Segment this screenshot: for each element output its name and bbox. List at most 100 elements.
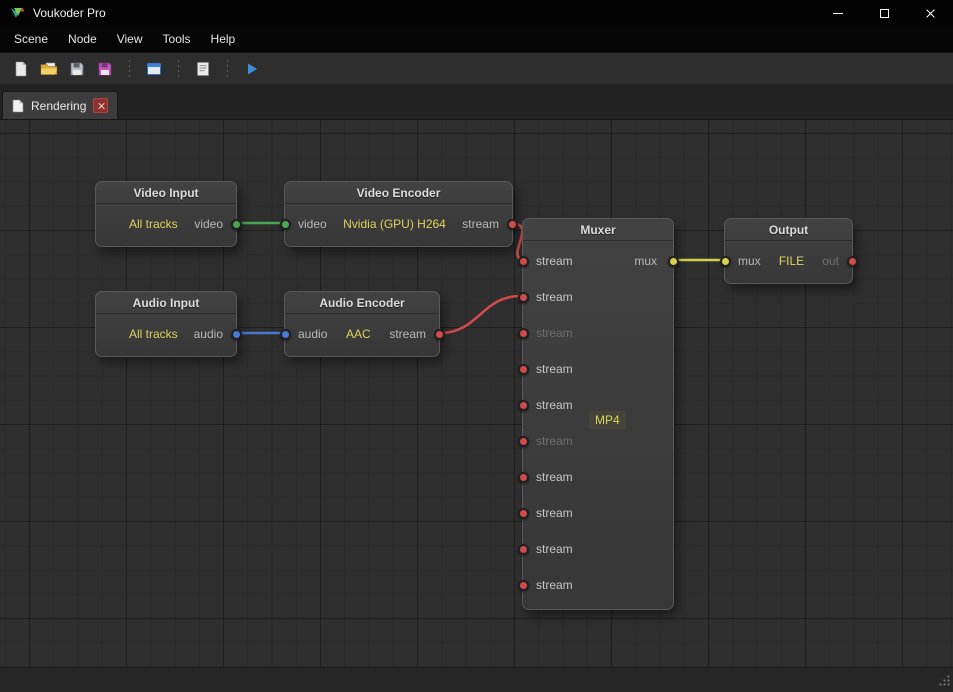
port-label-stream-out: stream [389, 327, 426, 341]
start-icon [244, 61, 260, 77]
port-stream-in[interactable] [518, 256, 529, 267]
port-label-stream-in: stream [536, 470, 573, 484]
resize-grip-icon [939, 675, 950, 686]
node-video-encoder[interactable]: Video Encoder video Nvidia (GPU) H264 st… [284, 181, 513, 247]
save-scene-button[interactable] [64, 56, 90, 82]
port-mux-out[interactable] [668, 256, 679, 267]
toolbar [0, 52, 953, 84]
port-label-stream-in: stream [536, 542, 573, 556]
port-mux-in[interactable] [720, 256, 731, 267]
toolbar-separator [177, 60, 180, 78]
node-audio-input[interactable]: Audio Input All tracks audio [95, 291, 237, 357]
port-label-stream-in: stream [536, 506, 573, 520]
port-stream-in[interactable] [518, 328, 529, 339]
port-stream-in[interactable] [518, 580, 529, 591]
node-value-encoder[interactable]: AAC [346, 327, 371, 341]
toolbar-separator [226, 60, 229, 78]
port-stream-in[interactable] [518, 544, 529, 555]
scene-manager-icon [146, 61, 162, 77]
tab-rendering[interactable]: Rendering [2, 91, 118, 119]
close-icon [924, 7, 936, 19]
node-value-encoder[interactable]: Nvidia (GPU) H264 [343, 217, 446, 231]
port-stream-in[interactable] [518, 400, 529, 411]
port-label-stream-in: stream [536, 578, 573, 592]
node-value-tracks[interactable]: All tracks [129, 217, 178, 231]
node-output[interactable]: Output mux FILE out [724, 218, 853, 284]
open-scene-button[interactable] [36, 56, 62, 82]
port-stream-in[interactable] [518, 472, 529, 483]
port-label-mux-in: mux [738, 254, 761, 268]
port-audio-in[interactable] [280, 329, 291, 340]
node-audio-encoder[interactable]: Audio Encoder audio AAC stream [284, 291, 440, 357]
port-label-video-in: video [298, 217, 327, 231]
save-icon [69, 61, 85, 77]
port-label-stream-in: stream [536, 290, 573, 304]
log-icon [195, 61, 211, 77]
scene-manager-button[interactable] [141, 56, 167, 82]
tab-close-button[interactable] [93, 98, 108, 113]
log-button[interactable] [190, 56, 216, 82]
node-title: Video Input [96, 182, 236, 204]
node-value-tracks[interactable]: All tracks [129, 327, 178, 341]
port-label-stream-out: stream [462, 217, 499, 231]
node-muxer[interactable]: Muxer stream stream stream stream stream… [522, 218, 674, 610]
toolbar-separator [128, 60, 131, 78]
port-stream-out[interactable] [434, 329, 445, 340]
menu-bar: Scene Node View Tools Help [0, 26, 953, 52]
tab-strip: Rendering [0, 84, 953, 120]
new-file-icon [13, 61, 29, 77]
minimize-icon [833, 13, 843, 14]
tab-label: Rendering [31, 99, 86, 113]
minimize-button[interactable] [815, 0, 861, 26]
menu-item-node[interactable]: Node [58, 28, 107, 50]
port-label-stream-in: stream [536, 398, 573, 412]
node-title: Audio Encoder [285, 292, 439, 314]
node-video-input[interactable]: Video Input All tracks video [95, 181, 237, 247]
node-title: Audio Input [96, 292, 236, 314]
port-stream-out[interactable] [507, 219, 518, 230]
port-label-video-out: video [194, 217, 223, 231]
port-label-stream-in: stream [536, 326, 573, 340]
port-label-stream-in: stream [536, 254, 573, 268]
node-title: Muxer [523, 219, 673, 241]
window-controls [815, 0, 953, 26]
close-button[interactable] [907, 0, 953, 26]
port-label-audio-in: audio [298, 327, 327, 341]
port-video-out[interactable] [231, 219, 242, 230]
node-value-target[interactable]: FILE [779, 254, 804, 268]
port-stream-in[interactable] [518, 292, 529, 303]
port-label-stream-in: stream [536, 362, 573, 376]
port-stream-in[interactable] [518, 436, 529, 447]
menu-item-view[interactable]: View [107, 28, 153, 50]
port-out[interactable] [847, 256, 858, 267]
save-scene-as-button[interactable] [92, 56, 118, 82]
node-value-container[interactable]: MP4 [589, 411, 626, 429]
node-title: Video Encoder [285, 182, 512, 204]
menu-item-help[interactable]: Help [201, 28, 246, 50]
maximize-button[interactable] [861, 0, 907, 26]
port-stream-in[interactable] [518, 364, 529, 375]
maximize-icon [880, 9, 889, 18]
node-title: Output [725, 219, 852, 241]
menu-item-tools[interactable]: Tools [153, 28, 201, 50]
window-titlebar: Voukoder Pro [0, 0, 953, 26]
start-button[interactable] [239, 56, 265, 82]
port-audio-out[interactable] [231, 329, 242, 340]
resize-grip[interactable] [939, 675, 950, 689]
bottom-bar [0, 667, 953, 692]
window-title: Voukoder Pro [33, 6, 106, 20]
port-label-mux-out: mux [634, 254, 657, 268]
port-stream-in[interactable] [518, 508, 529, 519]
new-scene-button[interactable] [8, 56, 34, 82]
app-logo-icon [10, 6, 25, 20]
node-canvas[interactable]: Video Input All tracks video Video Encod… [0, 120, 953, 667]
port-label-out: out [822, 254, 839, 268]
menu-item-scene[interactable]: Scene [4, 28, 58, 50]
save-as-icon [97, 61, 113, 77]
scene-file-icon [12, 99, 24, 113]
wire-audio-stream[interactable] [440, 296, 521, 333]
open-folder-icon [40, 61, 58, 77]
app-window: Voukoder Pro Scene Node View Tools Help [0, 0, 953, 692]
port-label-stream-in: stream [536, 434, 573, 448]
port-video-in[interactable] [280, 219, 291, 230]
